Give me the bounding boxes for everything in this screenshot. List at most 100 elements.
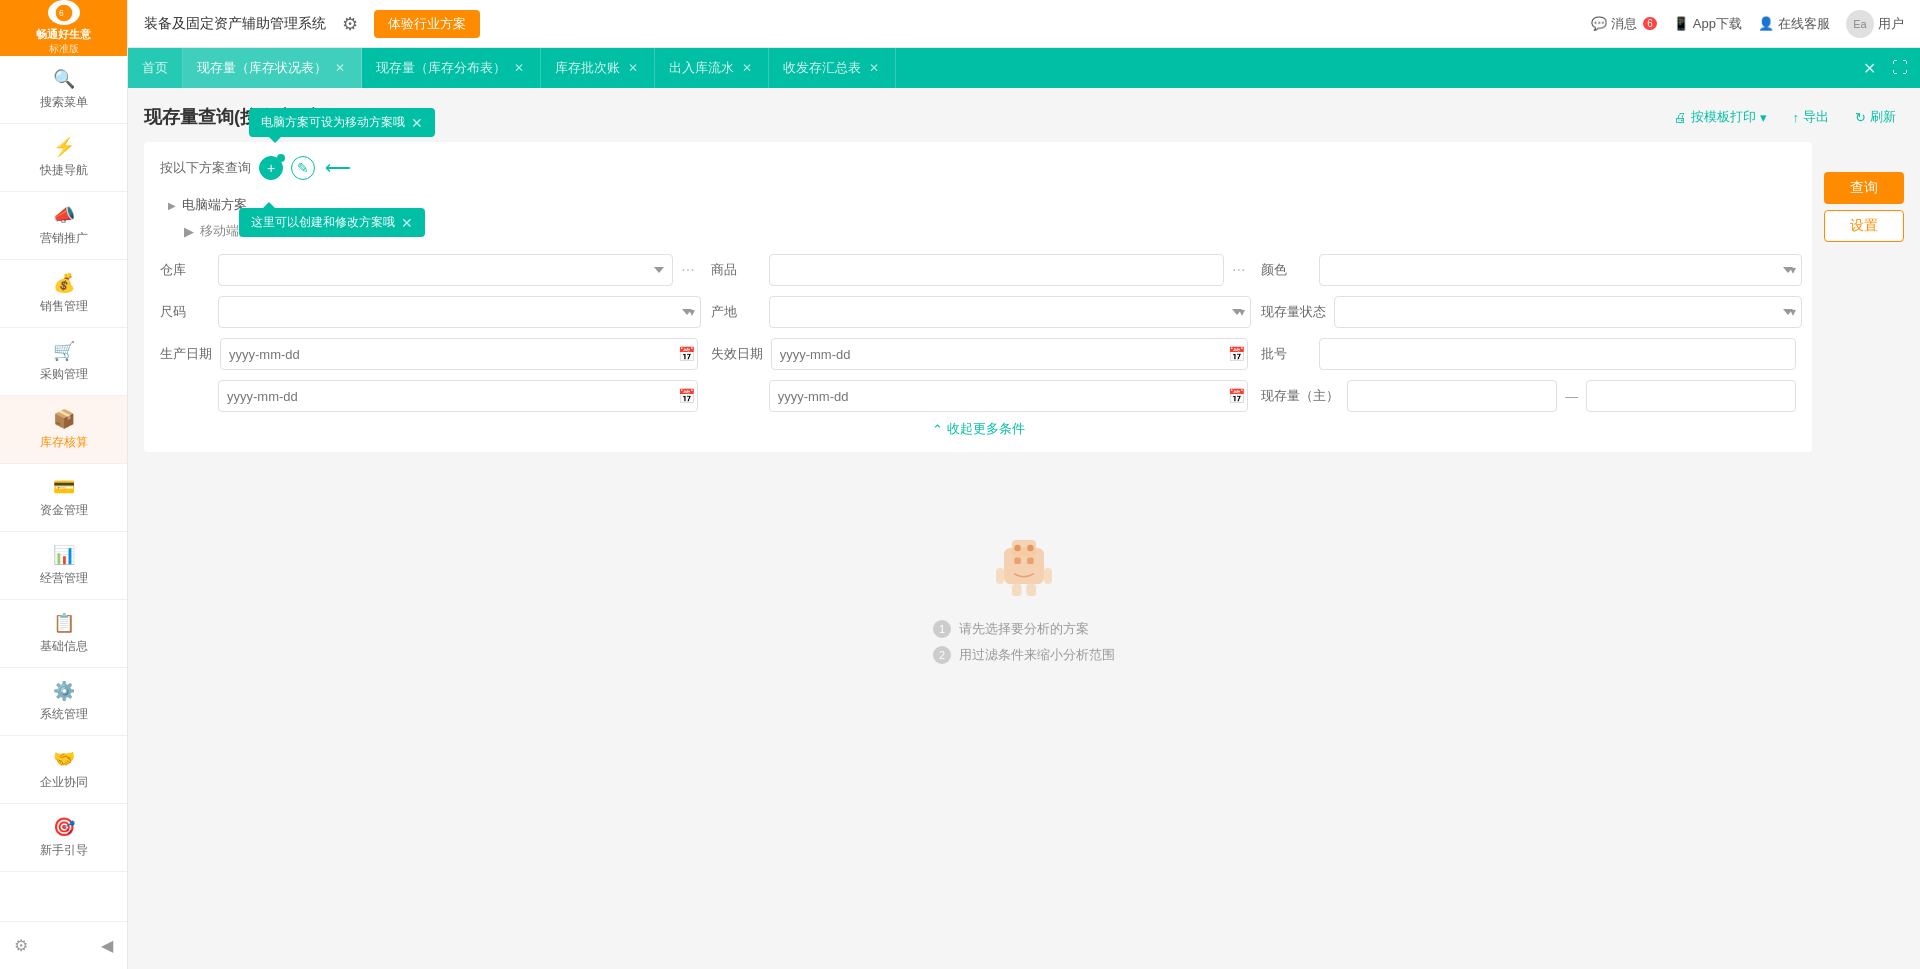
collapse-icon[interactable]: ◀ (97, 932, 117, 959)
filter-row-produce-date: 生产日期 📅 (160, 338, 695, 370)
finance-icon: 💳 (53, 476, 75, 498)
size-select[interactable] (218, 296, 701, 328)
tab-close-batch-ledger[interactable]: ✕ (626, 59, 640, 77)
tab-in-out-flow[interactable]: 出入库流水 ✕ (655, 48, 769, 88)
settings-icon[interactable]: ⚙ (10, 932, 32, 959)
tab-inventory-status[interactable]: 现存量（库存状况表） ✕ (183, 48, 362, 88)
filter-row-produce-date-end: 📅 (160, 380, 695, 412)
filter-header: 按以下方案查询 + 电脑方案可设为移动方案哦 ✕ ✎ (160, 156, 1796, 180)
stock-status-select[interactable] (1334, 296, 1802, 328)
sidebar-bottom: ⚙ ◀ (0, 921, 127, 969)
refresh-button[interactable]: ↻ 刷新 (1847, 104, 1904, 130)
filter-row-expire-date: 失效日期 📅 (711, 338, 1246, 370)
warehouse-dots[interactable]: ··· (681, 261, 694, 279)
tab-close-in-out-flow[interactable]: ✕ (740, 59, 754, 77)
trial-button[interactable]: 体验行业方案 (374, 10, 480, 38)
stock-status-label: 现存量状态 (1261, 303, 1326, 321)
empty-step-1: 1 请先选择要分析的方案 (933, 620, 1115, 638)
empty-steps: 1 请先选择要分析的方案 2 用过滤条件来缩小分析范围 (933, 620, 1115, 664)
header-right: 💬 消息 6 📱 App下载 👤 在线客服 Ea 用户 (1591, 10, 1904, 38)
filter-row-origin: 产地 ▾ (711, 296, 1246, 328)
tooltip-close-1[interactable]: ✕ (411, 115, 423, 131)
stock-qty-min[interactable] (1347, 380, 1557, 412)
collapse-bar[interactable]: ⌃ 收起更多条件 (160, 412, 1796, 438)
tooltip-close-2[interactable]: ✕ (401, 215, 413, 231)
sidebar-item-nav[interactable]: ⚡ 快捷导航 (0, 124, 127, 192)
filter-row-size: 尺码 ▾ (160, 296, 695, 328)
tab-close-all-icon[interactable]: ✕ (1859, 55, 1880, 82)
produce-date-label: 生产日期 (160, 345, 212, 363)
nav-icon: ⚡ (53, 136, 75, 158)
filter-label: 按以下方案查询 (160, 159, 251, 177)
message-icon: 💬 (1591, 16, 1607, 31)
search-icon: 🔍 (53, 68, 75, 90)
origin-select[interactable] (769, 296, 1252, 328)
settings-button[interactable]: ⚙ (338, 9, 362, 39)
page-actions: 🖨 按模板打印 ▾ ↑ 导出 ↻ 刷新 (1666, 104, 1905, 130)
warehouse-select[interactable] (218, 254, 673, 286)
query-button[interactable]: 查询 (1824, 172, 1904, 204)
color-label: 颜色 (1261, 261, 1311, 279)
messages-item[interactable]: 💬 消息 6 (1591, 15, 1657, 33)
expire-date-end[interactable] (769, 380, 1249, 412)
print-button[interactable]: 🖨 按模板打印 ▾ (1666, 104, 1775, 130)
sidebar-item-operations[interactable]: 📊 经营管理 (0, 532, 127, 600)
filter-area: 按以下方案查询 + 电脑方案可设为移动方案哦 ✕ ✎ (144, 142, 1812, 452)
system-name: 装备及固定资产辅助管理系统 (144, 15, 326, 33)
export-icon: ↑ (1793, 110, 1800, 125)
step-num-2: 2 (933, 646, 951, 664)
purchase-icon: 🛒 (53, 340, 75, 362)
stock-qty-label: 现存量（主） (1261, 387, 1339, 405)
app-download-item[interactable]: 📱 App下载 (1673, 15, 1742, 33)
tab-collection-summary[interactable]: 收发存汇总表 ✕ (769, 48, 896, 88)
batch-no-input[interactable] (1319, 338, 1796, 370)
sidebar-item-guide[interactable]: 🎯 新手引导 (0, 804, 127, 872)
svg-rect-11 (1026, 584, 1036, 596)
goods-dots[interactable]: ··· (1232, 261, 1245, 279)
chevron-down-icon: ▾ (1760, 110, 1767, 125)
calendar-icon-expire-start: 📅 (1228, 346, 1245, 362)
goods-label: 商品 (711, 261, 761, 279)
sidebar-item-finance[interactable]: 💳 资金管理 (0, 464, 127, 532)
stock-qty-max[interactable] (1586, 380, 1796, 412)
online-support-item[interactable]: 👤 在线客服 (1758, 15, 1830, 33)
expire-date-start[interactable] (771, 338, 1249, 370)
sales-icon: 💰 (53, 272, 75, 294)
tab-close-collection-summary[interactable]: ✕ (867, 59, 881, 77)
chevron-right-icon: ▶ (168, 200, 176, 211)
logo-text: 畅通好生意 (36, 27, 91, 42)
user-item[interactable]: Ea 用户 (1846, 10, 1904, 38)
filter-grid: 仓库 ··· 商品 ··· 颜色 (160, 254, 1796, 412)
size-label: 尺码 (160, 303, 210, 321)
sidebar-item-marketing[interactable]: 📣 营销推广 (0, 192, 127, 260)
produce-date-end[interactable] (218, 380, 698, 412)
filter-row-color: 颜色 ▾ (1261, 254, 1796, 286)
arrow-left-icon[interactable]: ⟵ (325, 158, 351, 178)
tab-inventory-dist[interactable]: 现存量（库存分布表） ✕ (362, 48, 541, 88)
inventory-icon: 📦 (53, 408, 75, 430)
tab-home[interactable]: 首页 (128, 48, 183, 88)
produce-date-start[interactable] (220, 338, 698, 370)
message-badge: 6 (1643, 17, 1657, 30)
batch-no-label: 批号 (1261, 345, 1311, 363)
tab-close-inventory-status[interactable]: ✕ (333, 59, 347, 77)
reset-button[interactable]: 设置 (1824, 210, 1904, 242)
sidebar: 6 畅通好生意 标准版 🔍 搜索菜单 ⚡ 快捷导航 📣 营销推广 💰 销售管理 … (0, 0, 128, 969)
edit-scheme-btn[interactable]: ✎ (291, 156, 315, 180)
dot-indicator (277, 154, 285, 162)
sidebar-item-system[interactable]: ⚙️ 系统管理 (0, 668, 127, 736)
sidebar-item-sales[interactable]: 💰 销售管理 (0, 260, 127, 328)
expire-date-range: 📅 (771, 338, 1246, 370)
sidebar-item-purchase[interactable]: 🛒 采购管理 (0, 328, 127, 396)
color-select[interactable] (1319, 254, 1802, 286)
tab-fullscreen-icon[interactable]: ⛶ (1888, 55, 1912, 81)
header-left: 装备及固定资产辅助管理系统 ⚙ 体验行业方案 (144, 9, 480, 39)
phone-icon: 📱 (1673, 16, 1689, 31)
sidebar-item-search[interactable]: 🔍 搜索菜单 (0, 56, 127, 124)
tab-batch-ledger[interactable]: 库存批次账 ✕ (541, 48, 655, 88)
sidebar-item-basic[interactable]: 📋 基础信息 (0, 600, 127, 668)
sidebar-item-inventory[interactable]: 📦 库存核算 (0, 396, 127, 464)
tab-close-inventory-dist[interactable]: ✕ (512, 59, 526, 77)
export-button[interactable]: ↑ 导出 (1785, 104, 1838, 130)
sidebar-item-enterprise[interactable]: 🤝 企业协同 (0, 736, 127, 804)
